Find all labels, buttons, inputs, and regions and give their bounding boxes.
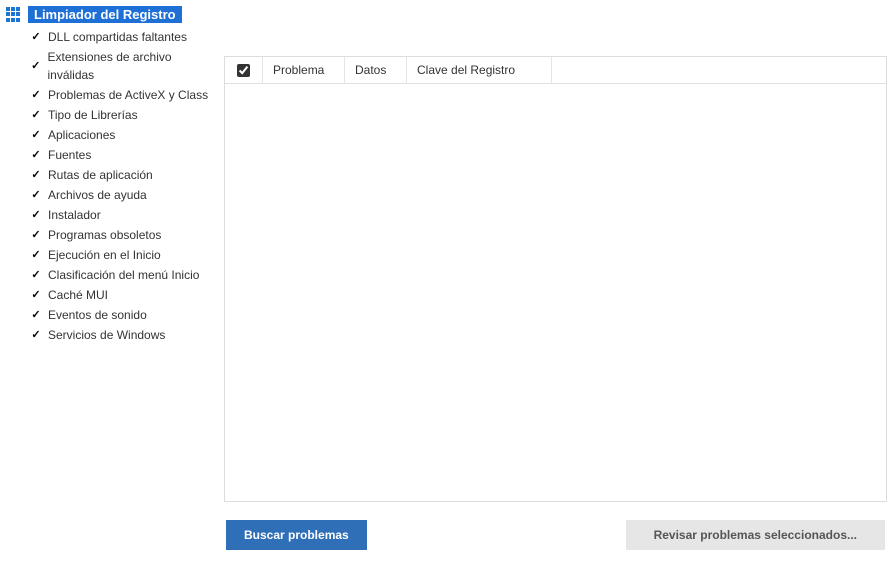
checkmark-icon[interactable] [30,89,42,101]
sidebar-item-label: Archivos de ayuda [48,186,147,204]
sidebar-item-label: Problemas de ActiveX y Class [48,86,208,104]
grid-icon [6,7,22,23]
sidebar-item-label: Aplicaciones [48,126,115,144]
checkmark-icon[interactable] [30,109,42,121]
sidebar-item[interactable]: DLL compartidas faltantes [0,27,220,47]
sidebar-header: Limpiador del Registro [0,4,220,25]
sidebar-item-label: Instalador [48,206,101,224]
sidebar-item[interactable]: Archivos de ayuda [0,185,220,205]
sidebar-item-label: Fuentes [48,146,91,164]
sidebar-item-label: Extensiones de archivo inválidas [47,48,214,84]
checkmark-icon[interactable] [30,149,42,161]
checkmark-icon[interactable] [30,289,42,301]
checkmark-icon[interactable] [30,229,42,241]
results-table: Problema Datos Clave del Registro [224,56,887,502]
checkmark-icon[interactable] [30,189,42,201]
checkmark-icon[interactable] [30,329,42,341]
sidebar-item[interactable]: Rutas de aplicación [0,165,220,185]
sidebar-item-label: Eventos de sonido [48,306,147,324]
sidebar-item-label: DLL compartidas faltantes [48,28,187,46]
column-clave[interactable]: Clave del Registro [407,57,552,83]
search-problems-button[interactable]: Buscar problemas [226,520,367,550]
sidebar-item-label: Rutas de aplicación [48,166,153,184]
select-all-checkbox[interactable] [237,64,250,77]
sidebar-item[interactable]: Servicios de Windows [0,325,220,345]
sidebar-item[interactable]: Caché MUI [0,285,220,305]
sidebar-item[interactable]: Clasificación del menú Inicio [0,265,220,285]
checkmark-icon[interactable] [30,129,42,141]
sidebar-item-label: Servicios de Windows [48,326,165,344]
checkmark-icon[interactable] [30,31,42,43]
sidebar-item[interactable]: Instalador [0,205,220,225]
sidebar-item[interactable]: Fuentes [0,145,220,165]
column-problema[interactable]: Problema [263,57,345,83]
checkmark-icon[interactable] [30,269,42,281]
sidebar-item[interactable]: Programas obsoletos [0,225,220,245]
table-header: Problema Datos Clave del Registro [225,57,886,84]
sidebar-item[interactable]: Extensiones de archivo inválidas [0,47,220,85]
checkmark-icon[interactable] [30,309,42,321]
review-problems-button[interactable]: Revisar problemas seleccionados... [626,520,885,550]
checkmark-icon[interactable] [30,249,42,261]
checkmark-icon[interactable] [30,209,42,221]
sidebar-item-label: Tipo de Librerías [48,106,138,124]
sidebar: Limpiador del Registro DLL compartidas f… [0,0,220,562]
sidebar-item-label: Programas obsoletos [48,226,161,244]
sidebar-list: DLL compartidas faltantes Extensiones de … [0,25,220,345]
sidebar-item[interactable]: Eventos de sonido [0,305,220,325]
column-datos[interactable]: Datos [345,57,407,83]
header-checkbox-cell[interactable] [225,57,263,83]
button-row: Buscar problemas Revisar problemas selec… [224,502,887,550]
sidebar-item[interactable]: Aplicaciones [0,125,220,145]
main-area: Problema Datos Clave del Registro Buscar… [220,0,895,562]
checkmark-icon[interactable] [30,60,41,72]
sidebar-item[interactable]: Problemas de ActiveX y Class [0,85,220,105]
table-body [225,84,886,501]
sidebar-item[interactable]: Tipo de Librerías [0,105,220,125]
column-spacer [552,57,886,83]
sidebar-item-label: Caché MUI [48,286,108,304]
sidebar-item-label: Ejecución en el Inicio [48,246,161,264]
sidebar-title: Limpiador del Registro [28,6,182,23]
sidebar-item[interactable]: Ejecución en el Inicio [0,245,220,265]
sidebar-item-label: Clasificación del menú Inicio [48,266,199,284]
checkmark-icon[interactable] [30,169,42,181]
